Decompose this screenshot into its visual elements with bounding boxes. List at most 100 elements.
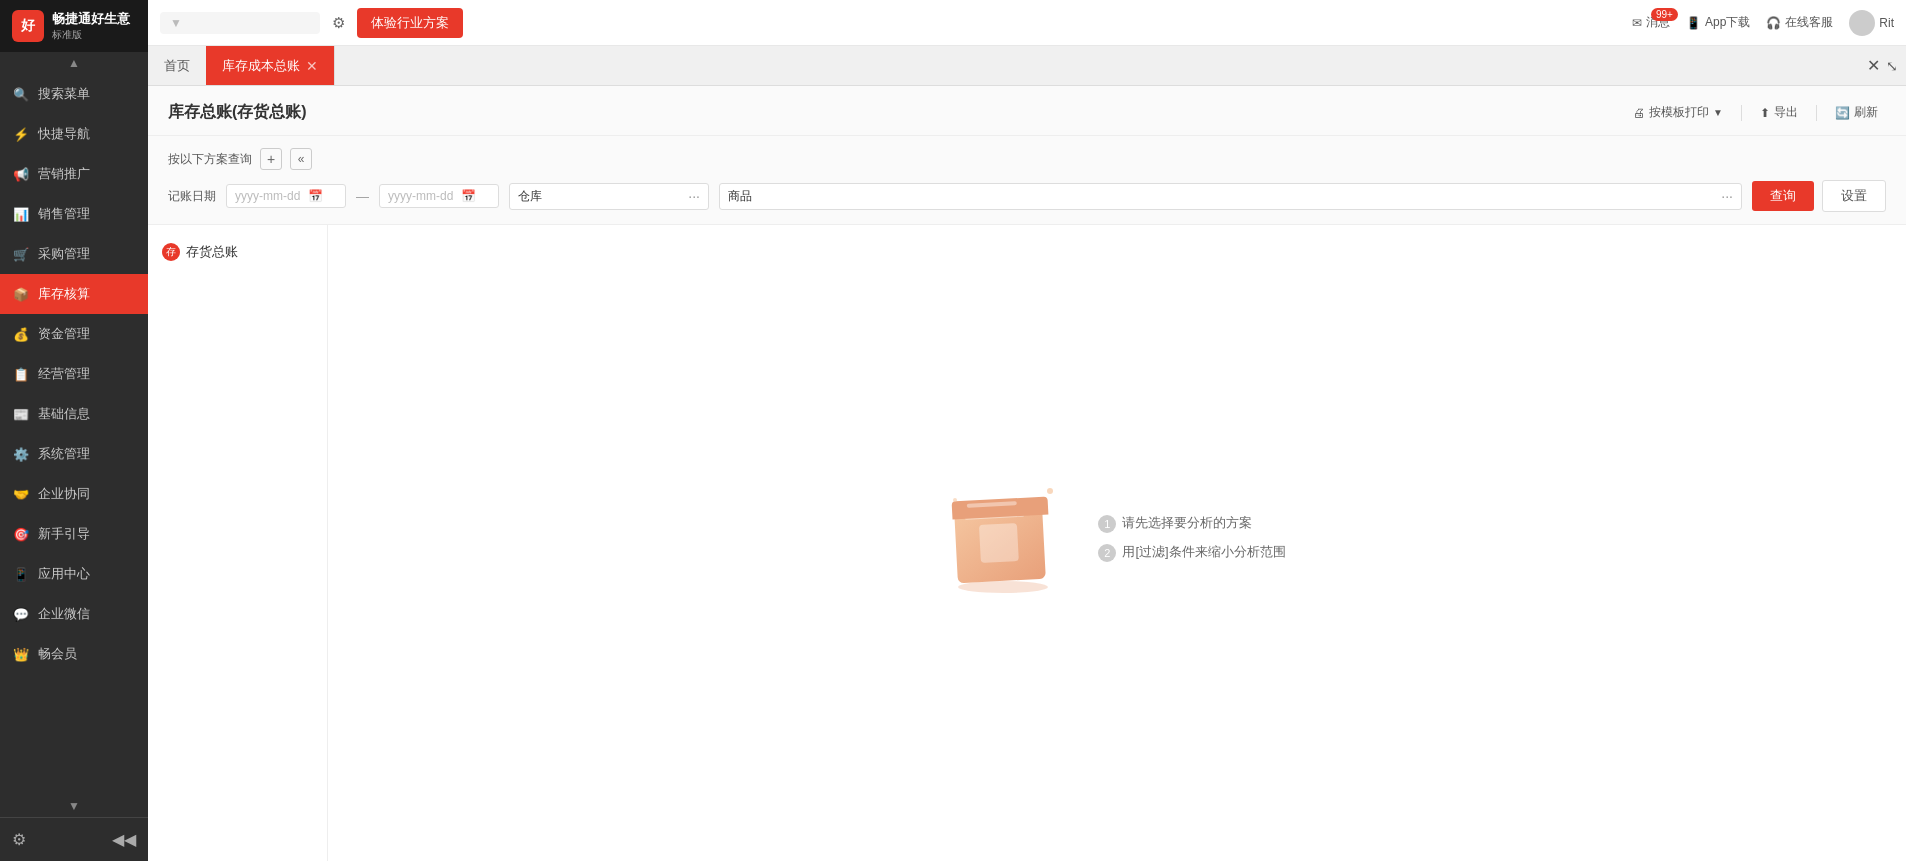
empty-tip-2: 2 用[过滤]条件来缩小分析范围: [1098, 543, 1285, 562]
topbar-gear-icon[interactable]: ⚙: [328, 10, 349, 36]
sidebar-logo: 好 畅捷通好生意 标准版: [0, 0, 148, 52]
empty-tip-1: 1 请先选择要分析的方案: [1098, 514, 1285, 533]
settings-button[interactable]: 设置: [1822, 180, 1886, 212]
page-header: 库存总账(存货总账) 🖨 按模板打印 ▼ ⬆ 导出 🔄 刷新: [148, 86, 1906, 136]
filter-action-buttons: 查询 设置: [1752, 180, 1886, 212]
sidebar: 好 畅捷通好生意 标准版 ▲ 🔍 搜索菜单 ⚡ 快捷导航 📢 营销推广 📊 销售…: [0, 0, 148, 861]
user-menu[interactable]: Rit: [1849, 10, 1894, 36]
tab-home[interactable]: 首页: [148, 46, 206, 85]
app-download-button[interactable]: 📱 App下载: [1686, 14, 1750, 31]
sidebar-item-label: 搜索菜单: [38, 85, 90, 103]
body-area: 存 存货总账: [148, 225, 1906, 861]
tip-text-1: 请先选择要分析的方案: [1122, 514, 1252, 532]
sidebar-item-label: 营销推广: [38, 165, 90, 183]
warehouse-label: 仓库: [518, 188, 688, 205]
message-button[interactable]: ✉ 消息 99+: [1632, 14, 1670, 31]
sidebar-item-quick-nav[interactable]: ⚡ 快捷导航: [0, 114, 148, 154]
export-icon: ⬆: [1760, 106, 1770, 120]
page-title: 库存总账(存货总账): [168, 102, 307, 123]
message-badge: 99+: [1651, 8, 1678, 21]
export-label: 导出: [1774, 104, 1798, 121]
goods-filter[interactable]: 商品 ···: [719, 183, 1742, 210]
tab-close-icon[interactable]: ✕: [306, 59, 318, 73]
action-divider-2: [1816, 105, 1817, 121]
collapse-sidebar-icon[interactable]: ◀◀: [112, 830, 136, 849]
wechat-icon: 💬: [12, 605, 30, 623]
sidebar-item-label: 库存核算: [38, 285, 90, 303]
sidebar-scroll-up[interactable]: ▲: [0, 52, 148, 74]
goods-more-icon[interactable]: ···: [1721, 188, 1733, 204]
app-logo-text: 畅捷通好生意 标准版: [52, 11, 130, 41]
sidebar-item-enterprise[interactable]: 🤝 企业协同: [0, 474, 148, 514]
sidebar-item-wechat[interactable]: 💬 企业微信: [0, 594, 148, 634]
calendar-end-icon[interactable]: 📅: [461, 189, 476, 203]
sidebar-item-label: 采购管理: [38, 245, 90, 263]
sidebar-item-label: 企业微信: [38, 605, 90, 623]
sidebar-item-app-center[interactable]: 📱 应用中心: [0, 554, 148, 594]
operations-icon: 📋: [12, 365, 30, 383]
sidebar-item-operations[interactable]: 📋 经营管理: [0, 354, 148, 394]
filter-collapse-button[interactable]: «: [290, 148, 312, 170]
sidebar-item-inventory[interactable]: 📦 库存核算: [0, 274, 148, 314]
member-icon: 👑: [12, 645, 30, 663]
system-icon: ⚙️: [12, 445, 30, 463]
panel-resize-icon[interactable]: ⤡: [1886, 58, 1898, 74]
sidebar-item-sales[interactable]: 📊 销售管理: [0, 194, 148, 234]
main-area: ▼ ⚙ 体验行业方案 ✉ 消息 99+ 📱 App下载 🎧 在线客服 Rit: [148, 0, 1906, 861]
sidebar-item-funds[interactable]: 💰 资金管理: [0, 314, 148, 354]
user-name: Rit: [1879, 16, 1894, 30]
sidebar-item-label: 企业协同: [38, 485, 90, 503]
sidebar-item-label: 应用中心: [38, 565, 90, 583]
tab-inventory-cost[interactable]: 库存成本总账 ✕: [206, 46, 335, 85]
query-button[interactable]: 查询: [1752, 181, 1814, 211]
app-center-icon: 📱: [12, 565, 30, 583]
empty-tips: 1 请先选择要分析的方案 2 用[过滤]条件来缩小分析范围: [1098, 514, 1285, 572]
warehouse-more-icon[interactable]: ···: [688, 188, 700, 204]
online-service-button[interactable]: 🎧 在线客服: [1766, 14, 1833, 31]
app-logo-icon: 好: [12, 10, 44, 42]
print-button[interactable]: 🖨 按模板打印 ▼: [1625, 100, 1731, 125]
filter-label: 按以下方案查询: [168, 151, 252, 168]
scheme-item-inventory-ledger[interactable]: 存 存货总账: [148, 235, 327, 269]
action-divider: [1741, 105, 1742, 121]
sidebar-item-label: 系统管理: [38, 445, 90, 463]
empty-state: 1 请先选择要分析的方案 2 用[过滤]条件来缩小分析范围: [328, 225, 1906, 861]
tip-num-1: 1: [1098, 515, 1116, 533]
edition-label: 标准版: [52, 28, 130, 41]
sidebar-item-label: 销售管理: [38, 205, 90, 223]
sidebar-item-basic-info[interactable]: 📰 基础信息: [0, 394, 148, 434]
refresh-button[interactable]: 🔄 刷新: [1827, 100, 1886, 125]
sidebar-item-label: 快捷导航: [38, 125, 90, 143]
sidebar-item-member[interactable]: 👑 畅会员: [0, 634, 148, 674]
newcomer-icon: 🎯: [12, 525, 30, 543]
message-icon: ✉: [1632, 16, 1642, 30]
panel-close-icon[interactable]: ✕: [1867, 56, 1880, 75]
calendar-start-icon[interactable]: 📅: [308, 189, 323, 203]
date-start-input[interactable]: yyyy-mm-dd 📅: [226, 184, 346, 208]
settings-footer-icon[interactable]: ⚙: [12, 830, 26, 849]
sidebar-item-system[interactable]: ⚙️ 系统管理: [0, 434, 148, 474]
warehouse-filter[interactable]: 仓库 ···: [509, 183, 709, 210]
sidebar-item-purchase[interactable]: 🛒 采购管理: [0, 234, 148, 274]
sidebar-item-marketing[interactable]: 📢 营销推广: [0, 154, 148, 194]
filter-add-button[interactable]: +: [260, 148, 282, 170]
topbar-search-area[interactable]: ▼: [160, 12, 320, 34]
sidebar-scroll-down[interactable]: ▼: [0, 795, 148, 817]
sidebar-item-label: 新手引导: [38, 525, 90, 543]
app-download-label: App下载: [1705, 14, 1750, 31]
date-end-input[interactable]: yyyy-mm-dd 📅: [379, 184, 499, 208]
content-area: 库存总账(存货总账) 🖨 按模板打印 ▼ ⬆ 导出 🔄 刷新: [148, 86, 1906, 861]
industry-btn[interactable]: 体验行业方案: [357, 8, 463, 38]
tip-num-2: 2: [1098, 544, 1116, 562]
export-button[interactable]: ⬆ 导出: [1752, 100, 1806, 125]
sidebar-item-search[interactable]: 🔍 搜索菜单: [0, 74, 148, 114]
sidebar-item-newcomer[interactable]: 🎯 新手引导: [0, 514, 148, 554]
enterprise-icon: 🤝: [12, 485, 30, 503]
sidebar-item-label: 经营管理: [38, 365, 90, 383]
print-dropdown-icon[interactable]: ▼: [1713, 107, 1723, 118]
sidebar-item-label: 畅会员: [38, 645, 77, 663]
inventory-icon: 📦: [12, 285, 30, 303]
sidebar-item-label: 资金管理: [38, 325, 90, 343]
tab-home-label: 首页: [164, 57, 190, 75]
date-separator: —: [356, 189, 369, 204]
